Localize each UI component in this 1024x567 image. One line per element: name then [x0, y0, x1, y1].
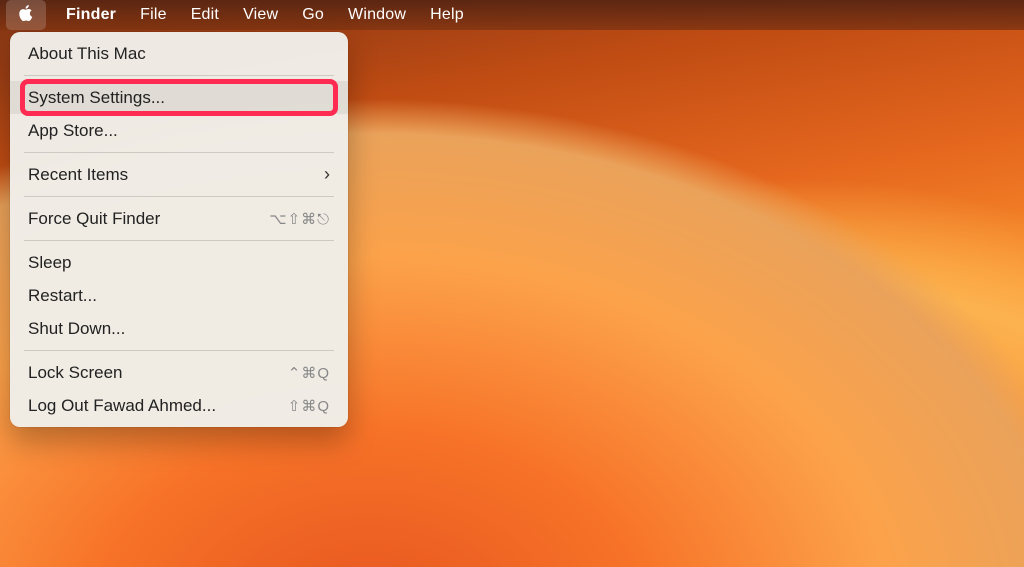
menu-edit[interactable]: Edit — [179, 0, 231, 30]
apple-menu-dropdown: About This Mac System Settings... App St… — [10, 32, 348, 427]
menu-file[interactable]: File — [128, 0, 179, 30]
menu-view[interactable]: View — [231, 0, 290, 30]
menu-help[interactable]: Help — [418, 0, 476, 30]
keyboard-shortcut: ⌃⌘Q — [288, 364, 330, 382]
menu-separator — [24, 350, 334, 351]
apple-menu-button[interactable] — [6, 0, 46, 30]
menu-item-log-out[interactable]: Log Out Fawad Ahmed... ⇧⌘Q — [10, 389, 348, 422]
menu-finder[interactable]: Finder — [54, 0, 128, 30]
keyboard-shortcut: ⌥⇧⌘⎋ — [269, 210, 330, 228]
menu-item-app-store[interactable]: App Store... — [10, 114, 348, 147]
menu-item-system-settings[interactable]: System Settings... — [10, 81, 348, 114]
menu-separator — [24, 240, 334, 241]
menu-item-recent-items[interactable]: Recent Items › — [10, 158, 348, 191]
menu-item-label: Lock Screen — [28, 363, 123, 383]
chevron-right-icon: › — [324, 164, 330, 185]
menu-separator — [24, 196, 334, 197]
menu-go[interactable]: Go — [290, 0, 336, 30]
menu-separator — [24, 75, 334, 76]
menu-item-label: Restart... — [28, 286, 97, 306]
menu-item-label: Shut Down... — [28, 319, 125, 339]
desktop: Finder File Edit View Go Window Help Abo… — [0, 0, 1024, 567]
menu-item-label: Force Quit Finder — [28, 209, 160, 229]
keyboard-shortcut: ⇧⌘Q — [288, 397, 330, 415]
menu-item-label: App Store... — [28, 121, 118, 141]
menu-item-label: About This Mac — [28, 44, 146, 64]
menu-bar: Finder File Edit View Go Window Help — [0, 0, 1024, 30]
menu-item-label: Recent Items — [28, 165, 128, 185]
menu-item-lock-screen[interactable]: Lock Screen ⌃⌘Q — [10, 356, 348, 389]
menu-item-sleep[interactable]: Sleep — [10, 246, 348, 279]
menu-item-restart[interactable]: Restart... — [10, 279, 348, 312]
menu-item-force-quit[interactable]: Force Quit Finder ⌥⇧⌘⎋ — [10, 202, 348, 235]
menu-item-shut-down[interactable]: Shut Down... — [10, 312, 348, 345]
menu-item-label: System Settings... — [28, 88, 165, 108]
menu-item-about-this-mac[interactable]: About This Mac — [10, 37, 348, 70]
menu-item-label: Log Out Fawad Ahmed... — [28, 396, 216, 416]
menu-separator — [24, 152, 334, 153]
menu-item-label: Sleep — [28, 253, 71, 273]
menu-window[interactable]: Window — [336, 0, 418, 30]
apple-logo-icon — [17, 4, 35, 27]
